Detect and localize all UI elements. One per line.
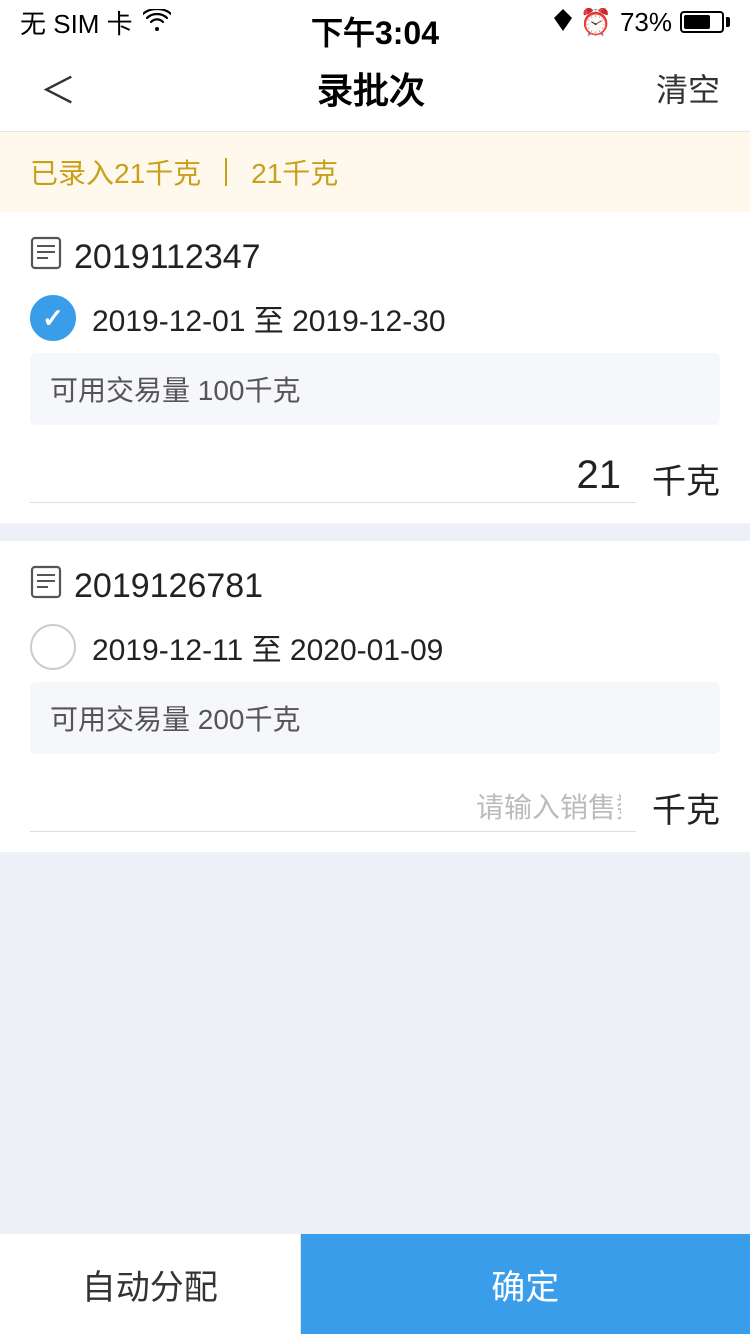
- battery-percent: 73%: [620, 7, 672, 38]
- document-icon-2: [30, 565, 62, 608]
- total-label: 21千克: [251, 152, 338, 192]
- carrier-label: 无 SIM 卡: [20, 4, 133, 41]
- batch-1-quantity-row: 千克: [0, 437, 750, 523]
- confirm-button[interactable]: 确定: [301, 1234, 750, 1334]
- batch-1-quantity-input[interactable]: [476, 453, 636, 498]
- batch-2-input-wrapper: [30, 782, 636, 832]
- batch-1-input-wrapper: [30, 453, 636, 503]
- battery-indicator: [680, 11, 730, 33]
- batch-1-header: 2019112347: [0, 212, 750, 287]
- alarm-icon: ⏰: [580, 7, 612, 38]
- check-icon-1: ✓: [42, 303, 64, 334]
- batch-1-input-line: [30, 502, 636, 503]
- page-title: 录批次: [317, 62, 425, 114]
- batch-card-2: 2019126781 2019-12-11 至 2020-01-09 可用交易量…: [0, 541, 750, 852]
- batch-1-availability: 可用交易量 100千克: [30, 353, 720, 425]
- batch-2-number: 2019126781: [74, 567, 263, 606]
- batch-card-1: 2019112347 ✓ 2019-12-01 至 2019-12-30 可用交…: [0, 212, 750, 523]
- wifi-icon: [143, 7, 171, 38]
- status-right: ⏰ 73%: [554, 7, 730, 38]
- location-icon: [554, 7, 572, 38]
- document-icon-1: [30, 236, 62, 279]
- batch-2-row[interactable]: 2019-12-11 至 2020-01-09: [0, 616, 750, 682]
- batch-2-quantity-row: 千克: [0, 766, 750, 852]
- summary-divider: [225, 158, 227, 186]
- batch-1-unit: 千克: [652, 454, 720, 503]
- batch-2-availability: 可用交易量 200千克: [30, 682, 720, 754]
- batch-2-radio[interactable]: [30, 624, 76, 670]
- summary-bar: 已录入21千克 21千克: [0, 132, 750, 212]
- batch-2-quantity-input[interactable]: [476, 782, 636, 827]
- batch-2-unit: 千克: [652, 783, 720, 832]
- status-left: 无 SIM 卡: [20, 4, 171, 41]
- back-button[interactable]: ＜: [30, 52, 86, 124]
- batch-1-radio[interactable]: ✓: [30, 295, 76, 341]
- batch-2-input-line: [30, 831, 636, 832]
- section-divider-1: [0, 525, 750, 541]
- status-bar: 无 SIM 卡 下午3:04 ⏰ 73%: [0, 0, 750, 44]
- batch-1-number: 2019112347: [74, 238, 261, 277]
- nav-bar: ＜ 录批次 清空: [0, 44, 750, 132]
- batch-1-date: 2019-12-01 至 2019-12-30: [92, 296, 446, 340]
- recorded-label: 已录入21千克: [30, 152, 201, 192]
- batch-2-header: 2019126781: [0, 541, 750, 616]
- bottom-bar: 自动分配 确定: [0, 1234, 750, 1334]
- batch-2-date: 2019-12-11 至 2020-01-09: [92, 625, 443, 669]
- auto-distribute-button[interactable]: 自动分配: [0, 1234, 301, 1334]
- clear-button[interactable]: 清空: [656, 65, 720, 111]
- batch-1-row[interactable]: ✓ 2019-12-01 至 2019-12-30: [0, 287, 750, 353]
- status-time: 下午3:04: [311, 8, 439, 54]
